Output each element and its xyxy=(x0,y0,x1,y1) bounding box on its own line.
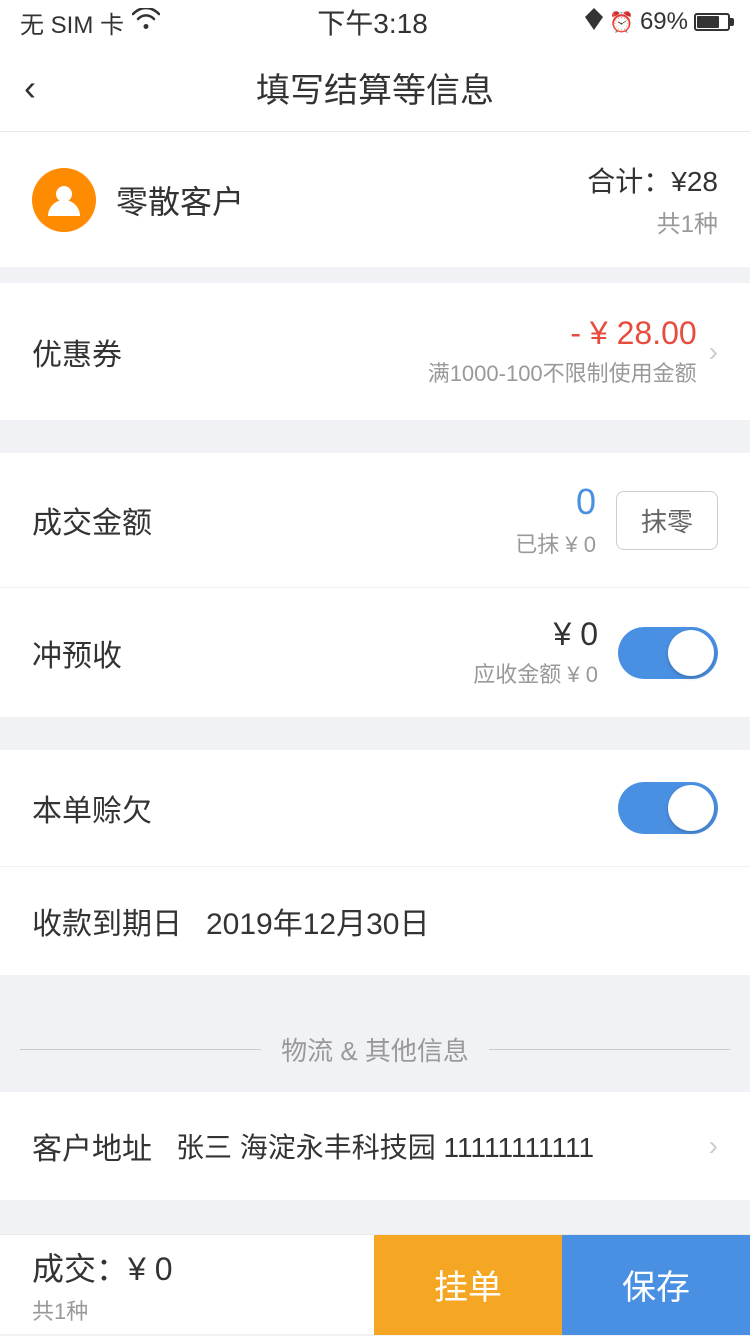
transaction-value: 0 xyxy=(515,481,596,523)
address-row[interactable]: 客户地址 张三 海淀永丰科技园 11111111111 › xyxy=(0,1092,750,1200)
battery-percentage: 69% xyxy=(640,8,688,36)
status-bar: 无 SIM 卡 下午3:18 ⏰ 69% xyxy=(0,0,750,44)
status-left: 无 SIM 卡 xyxy=(20,5,160,40)
bottom-deal-label: 成交： xyxy=(32,1251,128,1287)
customer-card: 零散客户 合计：¥28 共1种 xyxy=(0,132,750,267)
carrier-text: 无 SIM 卡 xyxy=(20,5,124,40)
avatar xyxy=(32,168,96,232)
address-value: 张三 海淀永丰科技园 11111111111 xyxy=(176,1126,709,1166)
prepay-row: 冲预收 ¥ 0 应收金额 ¥ 0 xyxy=(0,588,750,718)
due-date-value: 2019年12月30日 xyxy=(206,899,429,943)
chevron-right-icon: › xyxy=(709,336,718,368)
total-amount: 合计：¥28 xyxy=(587,160,718,200)
transaction-amount-row: 成交金额 0 已抹 ¥ 0 抹零 xyxy=(0,453,750,588)
round-zero-button[interactable]: 抹零 xyxy=(616,491,718,550)
prepay-info: ¥ 0 应收金额 ¥ 0 xyxy=(473,616,598,689)
coupon-right: - ¥ 28.00 满1000-100不限制使用金额 › xyxy=(428,315,718,388)
page-title: 填写结算等信息 xyxy=(256,63,494,112)
bottom-deal-amount: 成交：¥ 0 xyxy=(32,1244,342,1290)
nav-bar: ‹ 填写结算等信息 xyxy=(0,44,750,132)
amount-right: 0 已抹 ¥ 0 抹零 xyxy=(515,481,718,559)
coupon-desc: 满1000-100不限制使用金额 xyxy=(428,356,697,388)
divider-2 xyxy=(0,734,750,750)
debt-card: 本单赊欠 收款到期日 2019年12月30日 xyxy=(0,750,750,975)
coupon-info: - ¥ 28.00 满1000-100不限制使用金额 xyxy=(428,315,697,388)
due-date-row: 收款到期日 2019年12月30日 xyxy=(0,866,750,975)
status-right: ⏰ 69% xyxy=(585,8,730,37)
toggle-knob xyxy=(668,630,714,676)
hold-button[interactable]: 挂单 xyxy=(374,1235,562,1335)
divider-3 xyxy=(0,991,750,1007)
amount-card: 成交金额 0 已抹 ¥ 0 抹零 冲预收 ¥ 0 应收金额 ¥ 0 xyxy=(0,453,750,718)
logistics-line-left xyxy=(20,1049,261,1050)
bottom-bar: 成交：¥ 0 共1种 挂单 保存 xyxy=(0,1234,750,1334)
address-chevron-icon: › xyxy=(709,1130,718,1162)
bottom-deal-value: ¥ 0 xyxy=(128,1251,172,1287)
prepay-amount: ¥ 0 xyxy=(473,616,598,653)
save-button[interactable]: 保存 xyxy=(562,1235,750,1335)
coupon-row[interactable]: 优惠券 - ¥ 28.00 满1000-100不限制使用金额 › xyxy=(0,283,750,421)
prepay-toggle[interactable] xyxy=(618,627,718,679)
divider-1 xyxy=(0,437,750,453)
content: 零散客户 合计：¥28 共1种 优惠券 - ¥ 28.00 满1000-100不… xyxy=(0,132,750,1336)
address-card: 客户地址 张三 海淀永丰科技园 11111111111 › xyxy=(0,1092,750,1200)
battery-icon xyxy=(694,13,730,31)
due-date-label: 收款到期日 xyxy=(32,899,182,943)
customer-left: 零散客户 xyxy=(32,168,244,232)
logistics-text: 物流 & 其他信息 xyxy=(281,1031,469,1068)
logistics-header: 物流 & 其他信息 xyxy=(0,1007,750,1092)
prepay-sub: 应收金额 ¥ 0 xyxy=(473,657,598,689)
customer-row: 零散客户 合计：¥28 共1种 xyxy=(0,132,750,267)
status-time: 下午3:18 xyxy=(317,2,428,42)
bottom-count: 共1种 xyxy=(32,1294,342,1326)
bottom-summary: 成交：¥ 0 共1种 xyxy=(0,1244,374,1326)
wifi-icon xyxy=(132,8,160,37)
logistics-line-right xyxy=(489,1049,730,1050)
debt-label: 本单赊欠 xyxy=(32,786,152,830)
alarm-icon: ⏰ xyxy=(609,10,634,35)
customer-name: 零散客户 xyxy=(116,177,244,223)
customer-summary: 合计：¥28 共1种 xyxy=(587,160,718,239)
amount-value-wrap: 0 已抹 ¥ 0 xyxy=(515,481,596,559)
coupon-card: 优惠券 - ¥ 28.00 满1000-100不限制使用金额 › xyxy=(0,283,750,421)
coupon-discount: - ¥ 28.00 xyxy=(428,315,697,352)
transaction-sub: 已抹 ¥ 0 xyxy=(515,527,596,559)
back-button[interactable]: ‹ xyxy=(24,67,36,109)
debt-toggle[interactable] xyxy=(618,782,718,834)
prepay-label: 冲预收 xyxy=(32,631,122,675)
address-label: 客户地址 xyxy=(32,1124,152,1168)
location-icon xyxy=(585,8,603,37)
prepay-right: ¥ 0 应收金额 ¥ 0 xyxy=(473,616,718,689)
total-count: 共1种 xyxy=(587,204,718,239)
transaction-label: 成交金额 xyxy=(32,498,152,542)
coupon-label: 优惠券 xyxy=(32,330,122,374)
debt-toggle-knob xyxy=(668,785,714,831)
debt-row: 本单赊欠 xyxy=(0,750,750,866)
